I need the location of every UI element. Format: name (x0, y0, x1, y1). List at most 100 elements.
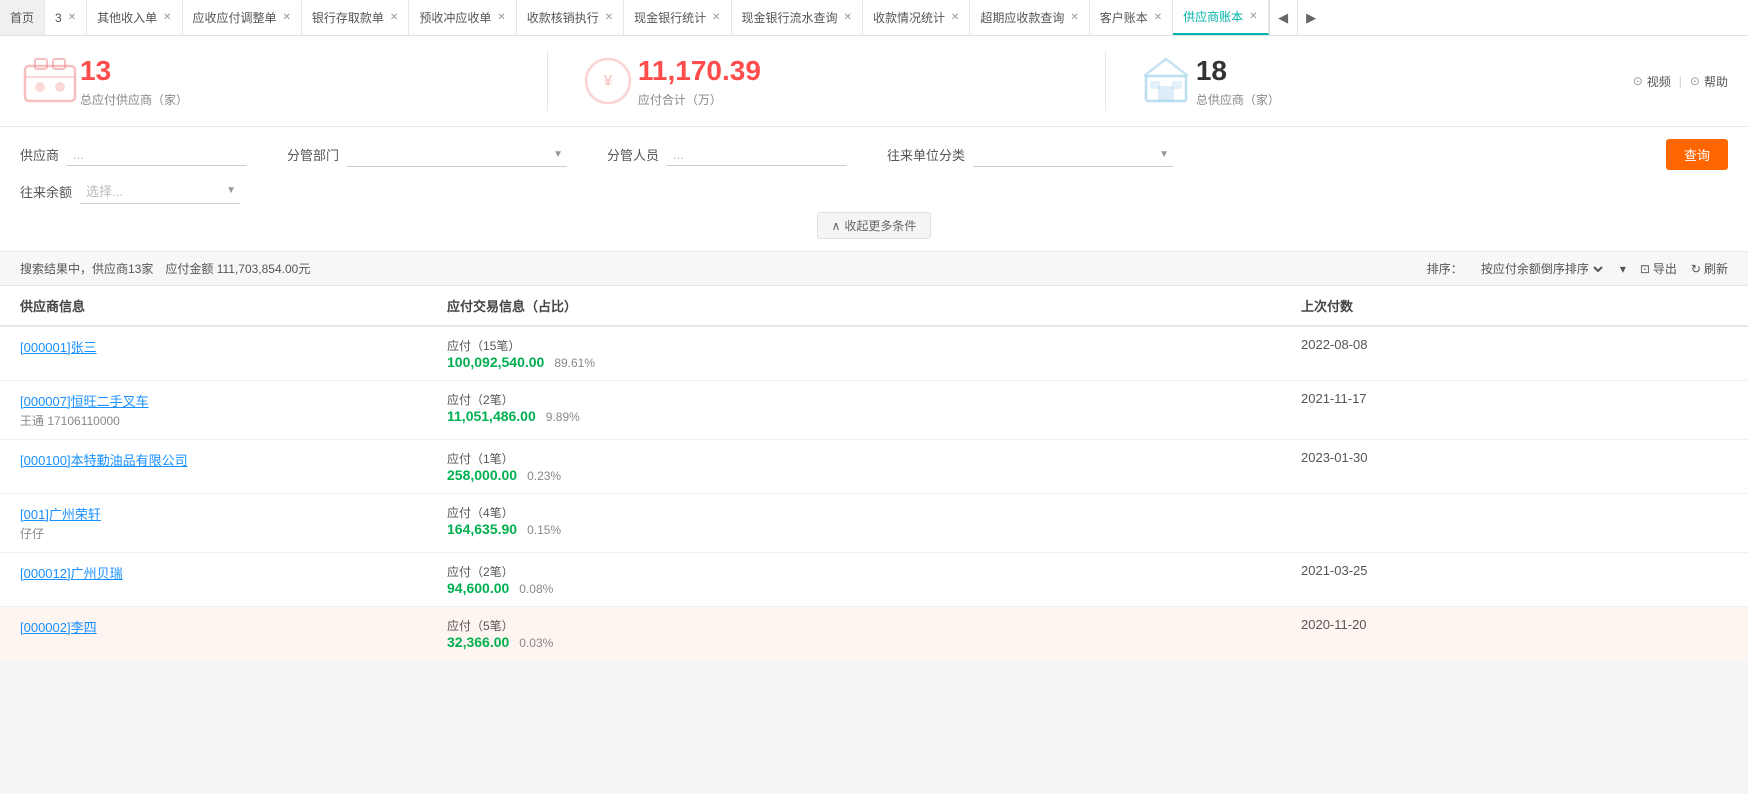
close-icon[interactable]: ✕ (163, 12, 171, 23)
svg-text:¥: ¥ (603, 73, 612, 90)
result-supplier-count: 搜索结果中，供应商13家 (20, 260, 153, 277)
nav-tab-other-income[interactable]: 其他收入单 ✕ (87, 0, 182, 35)
top-link-video[interactable]: 视频 (1647, 73, 1671, 90)
supplier-info-cell: [000002]李四 (20, 617, 447, 636)
stat-label-payable: 应付合计（万） (638, 91, 761, 108)
nav-right-arrow[interactable]: ▶ (1297, 0, 1325, 36)
trade-percent: 0.15% (527, 523, 561, 537)
help-icon: ⊙ (1690, 74, 1700, 88)
supplier-link[interactable]: [000100]本特勤油品有限公司 (20, 450, 447, 469)
supplier-link[interactable]: [000012]广州贝瑞 (20, 563, 447, 582)
stat-label-total-suppliers: 总供应商（家） (1196, 91, 1280, 108)
close-icon[interactable]: ✕ (605, 12, 613, 23)
nav-tab-overdue[interactable]: 超期应收款查询 ✕ (970, 0, 1089, 35)
nav-tab-cash-flow[interactable]: 现金银行流水查询 ✕ (732, 0, 863, 35)
trade-label: 应付（5笔） (447, 617, 1301, 634)
export-button[interactable]: ⊡ 导出 (1640, 260, 1677, 277)
top-nav: 首页 3 ✕ 其他收入单 ✕ 应收应付调整单 ✕ 银行存取款单 ✕ 预收冲应收单… (0, 0, 1748, 36)
trade-label: 应付（4笔） (447, 504, 1301, 521)
table-row: [000100]本特勤油品有限公司 应付（1笔） 258,000.00 0.23… (0, 440, 1748, 494)
trade-amount[interactable]: 32,366.00 (447, 634, 509, 650)
close-icon[interactable]: ✕ (951, 12, 959, 23)
supplier-filter-input[interactable] (67, 144, 247, 166)
trade-amount-row: 164,635.90 0.15% (447, 521, 1301, 537)
nav-tab-advance[interactable]: 预收冲应收单 ✕ (409, 0, 516, 35)
trade-amount[interactable]: 11,051,486.00 (447, 408, 536, 424)
col-header-trade: 应付交易信息（占比） (447, 296, 1301, 315)
nav-tab-supplier-ledger[interactable]: 供应商账本 ✕ (1173, 0, 1268, 35)
nav-tab-ar-adjust[interactable]: 应收应付调整单 ✕ (183, 0, 302, 35)
refresh-button[interactable]: ↻ 刷新 (1691, 260, 1728, 277)
filter-item-dept: 分管部门 ▼ (287, 143, 567, 167)
stat-block-total-suppliers: 18 总供应商（家） (1136, 51, 1633, 111)
close-icon[interactable]: ✕ (712, 12, 720, 23)
trade-info-cell: 应付（2笔） 94,600.00 0.08% (447, 563, 1301, 596)
close-icon[interactable]: ✕ (497, 12, 505, 23)
trade-info-cell: 应付（4笔） 164,635.90 0.15% (447, 504, 1301, 537)
supplier-info-cell: [000012]广州贝瑞 (20, 563, 447, 582)
filter-item-supplier: 供应商 (20, 144, 247, 166)
trade-amount[interactable]: 258,000.00 (447, 467, 517, 483)
balance-select-text: 选择... (80, 178, 226, 203)
table-row: [001]广州荣轩 仔仔 应付（4笔） 164,635.90 0.15% (0, 494, 1748, 553)
video-icon: ⊙ (1633, 74, 1643, 88)
balance-filter-select[interactable]: 选择... ▼ (80, 178, 240, 204)
supplier-sub: 仔仔 (20, 525, 447, 542)
nav-tab-collection[interactable]: 收款核销执行 ✕ (517, 0, 624, 35)
stat-divider-2 (1105, 51, 1106, 111)
close-icon[interactable]: ✕ (1154, 12, 1162, 23)
stat-info-payable: 11,170.39 应付合计（万） (638, 54, 761, 109)
supplier-info-cell: [000007]恒旺二手叉车 王通 17106110000 (20, 391, 447, 429)
sort-label: 排序： (1427, 260, 1463, 277)
stat-value-payable: 11,170.39 (638, 54, 761, 88)
trade-label: 应付（15笔） (447, 337, 1301, 354)
nav-tab-bank[interactable]: 银行存取款单 ✕ (302, 0, 409, 35)
dept-filter-select[interactable]: ▼ (347, 143, 567, 167)
unit-select-text (973, 151, 1159, 157)
person-filter-input[interactable] (667, 144, 847, 166)
collapse-button[interactable]: ∧ 收起更多条件 (817, 212, 932, 239)
close-icon[interactable]: ✕ (68, 12, 76, 23)
nav-left-arrow[interactable]: ◀ (1269, 0, 1297, 36)
table-row: [000001]张三 应付（15笔） 100,092,540.00 89.61%… (0, 327, 1748, 381)
close-icon[interactable]: ✕ (390, 12, 398, 23)
supplier-icon (20, 51, 80, 111)
supplier-link[interactable]: [000001]张三 (20, 337, 447, 356)
query-button[interactable]: 查询 (1666, 139, 1728, 170)
close-icon[interactable]: ✕ (844, 12, 852, 23)
stat-label-suppliers: 总应付供应商（家） (80, 91, 188, 108)
supplier-link[interactable]: [000007]恒旺二手叉车 (20, 391, 447, 410)
trade-percent: 9.89% (546, 410, 580, 424)
top-link-help[interactable]: 帮助 (1704, 73, 1728, 90)
supplier-table: 供应商信息 应付交易信息（占比） 上次付数 [000001]张三 应付（15笔）… (0, 286, 1748, 660)
table-row: [000012]广州贝瑞 应付（2笔） 94,600.00 0.08% 2021… (0, 553, 1748, 607)
supplier-info-cell: [000100]本特勤油品有限公司 (20, 450, 447, 469)
trade-amount[interactable]: 100,092,540.00 (447, 354, 544, 370)
supplier-link[interactable]: [000002]李四 (20, 617, 447, 636)
last-payment-cell: 2020-11-20 (1301, 617, 1728, 632)
stat-info-total-suppliers: 18 总供应商（家） (1196, 54, 1280, 109)
close-icon[interactable]: ✕ (283, 12, 291, 23)
trade-info-cell: 应付（15笔） 100,092,540.00 89.61% (447, 337, 1301, 370)
last-payment-cell: 2023-01-30 (1301, 450, 1728, 465)
nav-tab-collection-stat[interactable]: 收款情况统计 ✕ (863, 0, 970, 35)
filter-row-2: 往来余额 选择... ▼ (20, 178, 1728, 204)
trade-label: 应付（2笔） (447, 563, 1301, 580)
unit-filter-select[interactable]: ▼ (973, 143, 1173, 167)
filter-item-person: 分管人员 (607, 144, 847, 166)
trade-info-cell: 应付（5笔） 32,366.00 0.03% (447, 617, 1301, 650)
supplier-link[interactable]: [001]广州荣轩 (20, 504, 447, 523)
nav-tab-home[interactable]: 首页 (0, 0, 45, 35)
export-icon: ⊡ (1640, 262, 1650, 276)
nav-tab-cash-bank-stat[interactable]: 现金银行统计 ✕ (624, 0, 731, 35)
unit-dropdown-icon: ▼ (1159, 149, 1173, 160)
close-icon[interactable]: ✕ (1249, 11, 1257, 22)
sort-select[interactable]: 按应付余额倒序排序 (1477, 261, 1606, 277)
close-icon[interactable]: ✕ (1070, 12, 1078, 23)
last-payment-cell: 2021-03-25 (1301, 563, 1728, 578)
nav-tab-3[interactable]: 3 ✕ (45, 0, 87, 35)
trade-amount[interactable]: 94,600.00 (447, 580, 509, 596)
table-body: [000001]张三 应付（15笔） 100,092,540.00 89.61%… (0, 327, 1748, 660)
trade-amount[interactable]: 164,635.90 (447, 521, 517, 537)
nav-tab-customer-ledger[interactable]: 客户账本 ✕ (1090, 0, 1173, 35)
